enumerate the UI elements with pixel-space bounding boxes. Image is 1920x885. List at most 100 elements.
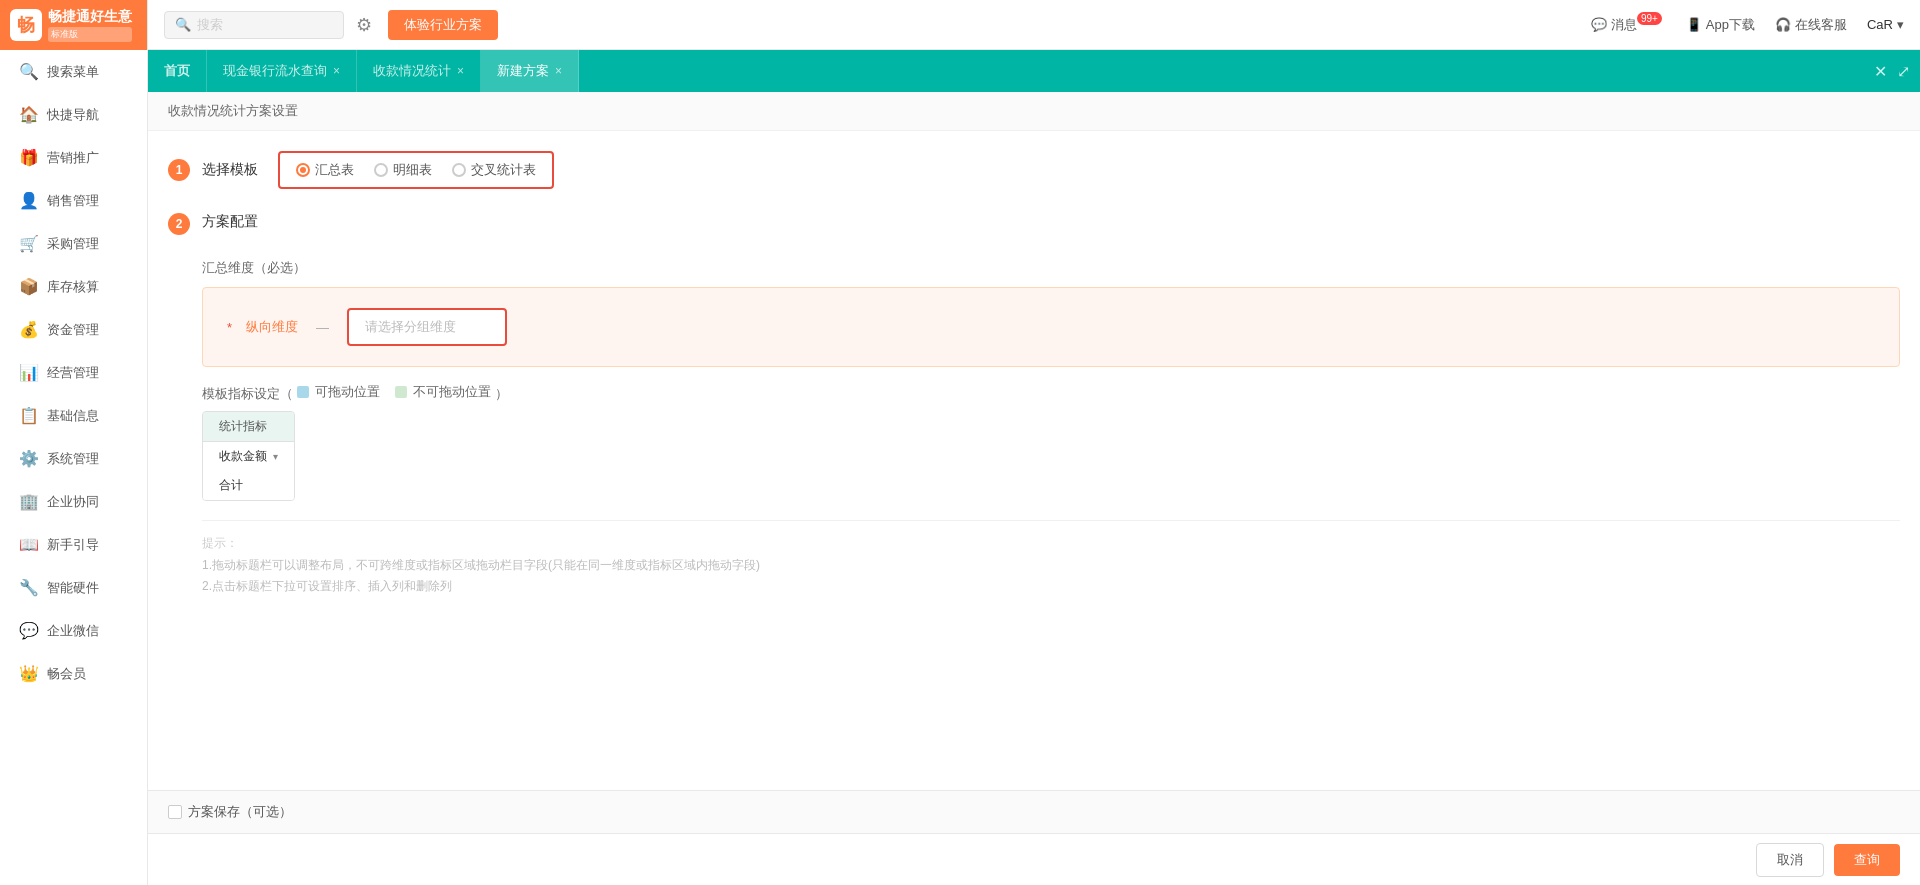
content-inner: 收款情况统计方案设置 1 选择模板 汇总表 明细表 [148, 92, 1920, 833]
metrics-row[interactable]: 收款金额 ▾ [203, 442, 294, 471]
step2-row: 2 方案配置 [168, 213, 1900, 235]
radio-dot-summary [296, 163, 310, 177]
gear-icon[interactable]: ⚙ [356, 14, 372, 36]
sidebar-item-label: 新手引导 [47, 536, 99, 554]
tab-cashflow[interactable]: 现金银行流水查询 × [207, 50, 357, 92]
dimension-input[interactable]: 请选择分组维度 [347, 308, 507, 346]
sidebar-item-operations[interactable]: 📊 经营管理 [0, 351, 147, 394]
search-icon: 🔍 [19, 62, 39, 81]
tab-newplan[interactable]: 新建方案 × [481, 50, 579, 92]
form-content: 1 选择模板 汇总表 明细表 交叉统计表 [148, 131, 1920, 790]
step1-row: 1 选择模板 汇总表 明细表 交叉统计表 [168, 151, 1900, 189]
sidebar-item-hardware[interactable]: 🔧 智能硬件 [0, 566, 147, 609]
radio-detail[interactable]: 明细表 [374, 161, 432, 179]
sidebar-item-wechat[interactable]: 💬 企业微信 [0, 609, 147, 652]
settings-icon: ⚙️ [19, 449, 39, 468]
content-area: 收款情况统计方案设置 1 选择模板 汇总表 明细表 [148, 92, 1920, 833]
money-icon: 💰 [19, 320, 39, 339]
gift-icon: 🎁 [19, 148, 39, 167]
sidebar-item-guide[interactable]: 📖 新手引导 [0, 523, 147, 566]
save-option-checkbox[interactable]: 方案保存（可选） [168, 803, 292, 821]
tabbar: 首页 现金银行流水查询 × 收款情况统计 × 新建方案 × ✕ ⤢ [148, 50, 1920, 92]
tab-home-label: 首页 [164, 62, 190, 80]
dimension-section: 汇总维度（必选） * 纵向维度 — 请选择分组维度 [202, 259, 1900, 367]
sidebar-item-purchase[interactable]: 🛒 采购管理 [0, 222, 147, 265]
sidebar-item-label: 库存核算 [47, 278, 99, 296]
sidebar-item-search[interactable]: 🔍 搜索菜单 [0, 50, 147, 93]
radio-summary[interactable]: 汇总表 [296, 161, 354, 179]
building-icon: 🏢 [19, 492, 39, 511]
logo-text: 畅捷通好生意 [48, 8, 132, 25]
book-icon: 📖 [19, 535, 39, 554]
page-title: 收款情况统计方案设置 [148, 92, 1920, 131]
tab-home[interactable]: 首页 [148, 50, 207, 92]
tab-receipts[interactable]: 收款情况统计 × [357, 50, 481, 92]
topbar: 🔍 搜索 ⚙ 体验行业方案 💬 消息 99+ 📱 App下载 🎧 在线客服 Ca… [148, 0, 1920, 50]
radio-summary-label: 汇总表 [315, 161, 354, 179]
tip1: 1.拖动标题栏可以调整布局，不可跨维度或指标区域拖动栏目字段(只能在同一维度或指… [202, 555, 1900, 577]
wrench-icon: 🔧 [19, 578, 39, 597]
sidebar-item-basic[interactable]: 📋 基础信息 [0, 394, 147, 437]
tab-receipts-close[interactable]: × [457, 64, 464, 78]
sidebar-item-label: 经营管理 [47, 364, 99, 382]
sidebar-item-sales[interactable]: 👤 销售管理 [0, 179, 147, 222]
tips-section: 提示： 1.拖动标题栏可以调整布局，不可跨维度或指标区域拖动栏目字段(只能在同一… [202, 520, 1900, 598]
headset-icon: 🎧 [1775, 17, 1791, 32]
tab-receipts-label: 收款情况统计 [373, 62, 451, 80]
query-button[interactable]: 查询 [1834, 844, 1900, 876]
trial-button[interactable]: 体验行业方案 [388, 10, 498, 40]
sidebar-item-marketing[interactable]: 🎁 营销推广 [0, 136, 147, 179]
bottom-section: 方案保存（可选） [148, 790, 1920, 833]
metrics-header: 统计指标 [203, 412, 294, 442]
sidebar-item-label: 采购管理 [47, 235, 99, 253]
sidebar-item-label: 营销推广 [47, 149, 99, 167]
tip2: 2.点击标题栏下拉可设置排序、插入列和删除列 [202, 576, 1900, 598]
footer-bar: 取消 查询 [148, 833, 1920, 885]
required-mark: * [227, 320, 232, 335]
tab-newplan-close[interactable]: × [555, 64, 562, 78]
window-controls: ✕ ⤢ [1864, 50, 1920, 92]
dimension-row: * 纵向维度 — 请选择分组维度 [227, 308, 1875, 346]
sidebar-item-label: 系统管理 [47, 450, 99, 468]
app-download-item[interactable]: 📱 App下载 [1686, 16, 1755, 34]
sidebar-item-finance[interactable]: 💰 资金管理 [0, 308, 147, 351]
dimension-area: * 纵向维度 — 请选择分组维度 [202, 287, 1900, 367]
sidebar-item-system[interactable]: ⚙️ 系统管理 [0, 437, 147, 480]
search-box[interactable]: 🔍 搜索 [164, 11, 344, 39]
notification-item[interactable]: 💬 消息 99+ [1591, 16, 1666, 34]
sidebar-item-label: 智能硬件 [47, 579, 99, 597]
tips-title: 提示： [202, 536, 238, 550]
sidebar-item-label: 快捷导航 [47, 106, 99, 124]
box-icon: 📦 [19, 277, 39, 296]
close-window-icon[interactable]: ✕ [1874, 62, 1887, 81]
main-area: 🔍 搜索 ⚙ 体验行业方案 💬 消息 99+ 📱 App下载 🎧 在线客服 Ca… [148, 0, 1920, 885]
maximize-window-icon[interactable]: ⤢ [1897, 62, 1910, 81]
metrics-total: 合计 [203, 471, 294, 500]
metrics-chevron-icon[interactable]: ▾ [273, 451, 278, 462]
sidebar-item-inventory[interactable]: 📦 库存核算 [0, 265, 147, 308]
sidebar-item-enterprise[interactable]: 🏢 企业协同 [0, 480, 147, 523]
username-item[interactable]: CaR ▾ [1867, 17, 1904, 32]
tab-cashflow-close[interactable]: × [333, 64, 340, 78]
sidebar-item-quicknav[interactable]: 🏠 快捷导航 [0, 93, 147, 136]
checkbox-box[interactable] [168, 805, 182, 819]
radio-dot-detail [374, 163, 388, 177]
online-service-item[interactable]: 🎧 在线客服 [1775, 16, 1847, 34]
sidebar-item-member[interactable]: 👑 畅会员 [0, 652, 147, 695]
cart-icon: 🛒 [19, 234, 39, 253]
template-selector: 汇总表 明细表 交叉统计表 [278, 151, 554, 189]
sidebar-logo: 畅 畅捷通好生意 标准版 [0, 0, 147, 50]
metrics-label: 模板指标设定（ 可拖动位置 不可拖动位置 ） [202, 383, 1900, 403]
person-icon: 👤 [19, 191, 39, 210]
sidebar-item-label: 基础信息 [47, 407, 99, 425]
tab-cashflow-label: 现金银行流水查询 [223, 62, 327, 80]
username-label: CaR [1867, 17, 1893, 32]
metrics-section: 模板指标设定（ 可拖动位置 不可拖动位置 ） 统计 [202, 383, 1900, 504]
chart-icon: 📊 [19, 363, 39, 382]
list-icon: 📋 [19, 406, 39, 425]
sidebar-item-label: 企业协同 [47, 493, 99, 511]
save-option-label: 方案保存（可选） [188, 803, 292, 821]
cancel-button[interactable]: 取消 [1756, 843, 1824, 877]
radio-cross[interactable]: 交叉统计表 [452, 161, 536, 179]
legend-draggable-label: 可拖动位置 [315, 383, 380, 401]
